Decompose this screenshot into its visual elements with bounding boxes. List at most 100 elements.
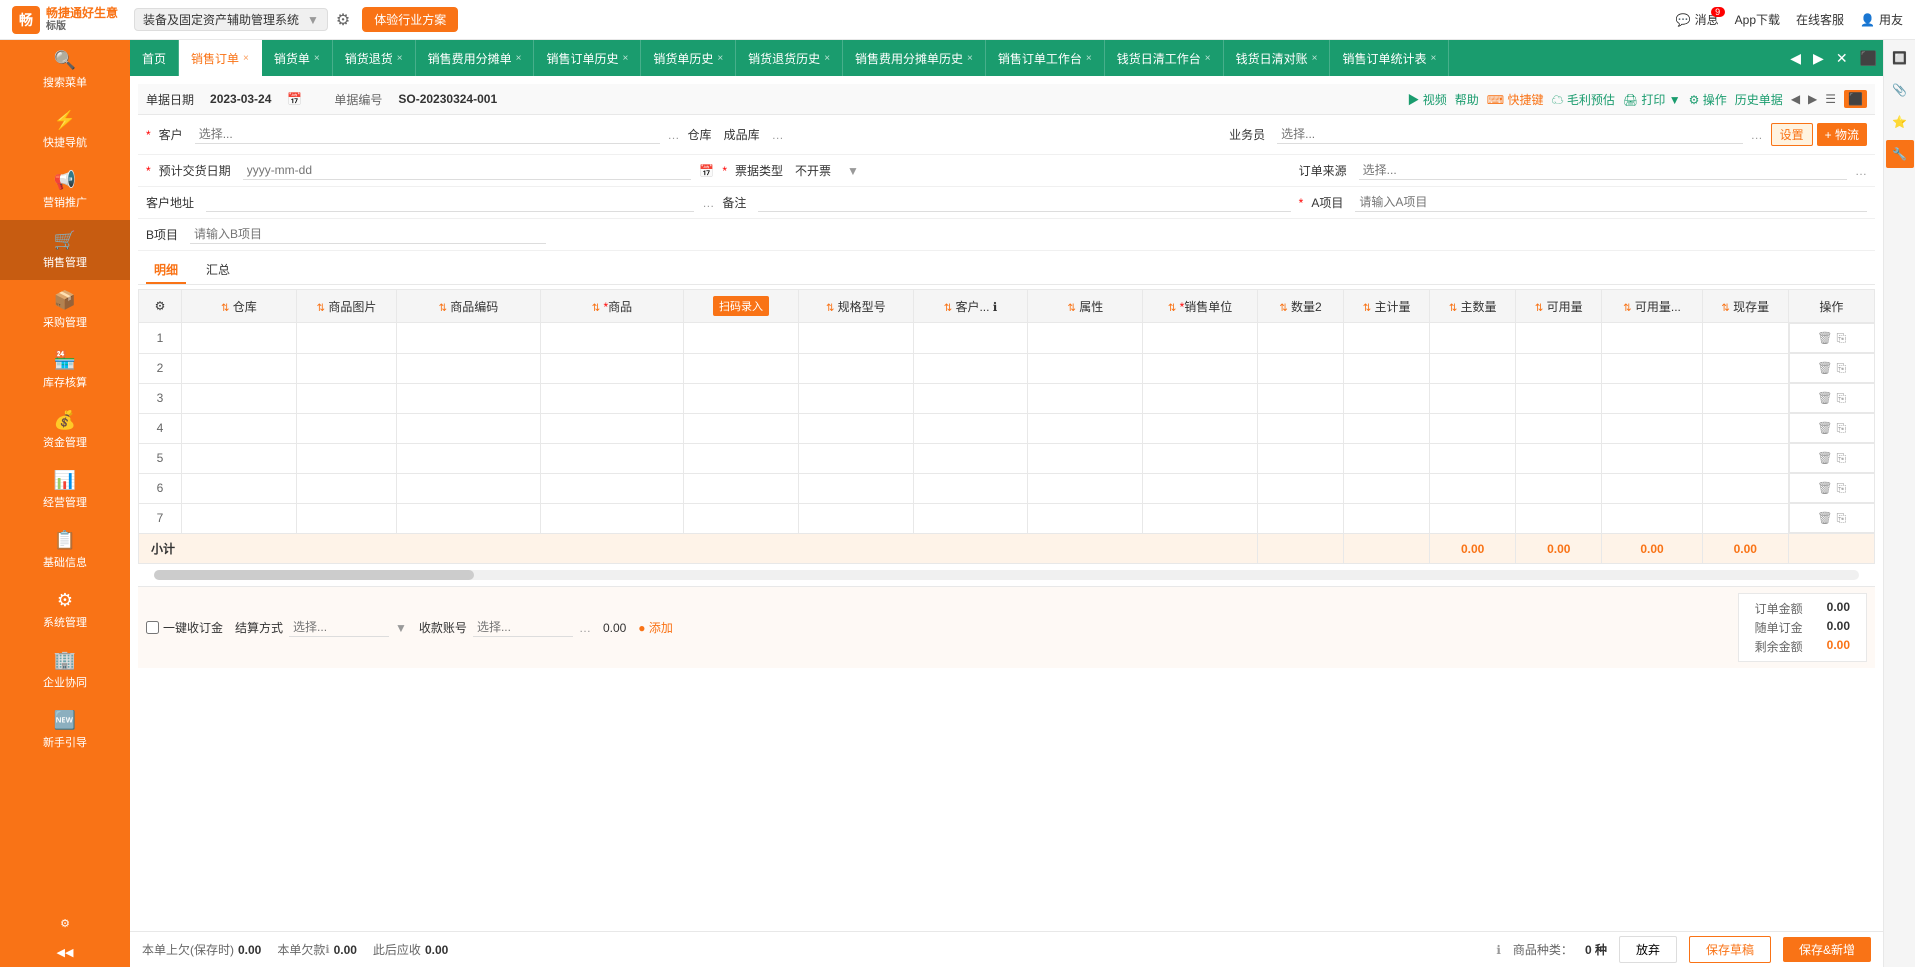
row-unit-3[interactable]: [1143, 383, 1258, 413]
sidebar-item-quick-nav[interactable]: ⚡ 快捷导航: [0, 100, 130, 160]
row-product-4[interactable]: [540, 413, 683, 443]
th-spec[interactable]: ⇅ 规格型号: [798, 290, 913, 323]
sidebar-item-search[interactable]: 🔍 搜索菜单: [0, 40, 130, 100]
delete-icon-4[interactable]: 🗑: [1817, 421, 1832, 435]
tab-return-history[interactable]: 销货退货历史 ×: [736, 40, 843, 76]
row-attrs-3[interactable]: [1028, 383, 1143, 413]
row-main-qty-6[interactable]: [1430, 473, 1516, 503]
row-unit-7[interactable]: [1143, 503, 1258, 534]
customer-address-input[interactable]: [206, 193, 694, 212]
row-product-1[interactable]: [540, 323, 683, 354]
sidebar-item-operations[interactable]: 📊 经营管理: [0, 460, 130, 520]
system-selector[interactable]: 装备及固定资产辅助管理系统 ▼: [134, 8, 328, 31]
product-types-info[interactable]: ℹ: [1496, 943, 1501, 957]
sidebar-settings-btn[interactable]: ⚙: [0, 909, 130, 938]
sidebar-item-finance[interactable]: 💰 资金管理: [0, 400, 130, 460]
tab-cash-workbench[interactable]: 钱货日清工作台 ×: [1105, 40, 1224, 76]
app-download-link[interactable]: App下载: [1735, 11, 1780, 28]
row-available-2[interactable]: [1516, 353, 1602, 383]
row-warehouse-2[interactable]: [182, 353, 297, 383]
tab-more-btn[interactable]: ⬛: [1854, 50, 1883, 67]
tab-close-all-btn[interactable]: ✕: [1830, 50, 1854, 67]
row-available2-4[interactable]: [1602, 413, 1702, 443]
copy-icon-3[interactable]: ⎘: [1836, 391, 1846, 406]
row-main-qty-7[interactable]: [1430, 503, 1516, 534]
current-order-info[interactable]: ℹ: [325, 943, 329, 956]
row-main-qty-5[interactable]: [1430, 443, 1516, 473]
profit-link[interactable]: ☁ 毛利预估: [1551, 91, 1614, 108]
row-unit-5[interactable]: [1143, 443, 1258, 473]
th-settings[interactable]: ⚙: [139, 290, 182, 323]
row-main-unit-6[interactable]: [1344, 473, 1430, 503]
row-main-qty-3[interactable]: [1430, 383, 1516, 413]
delivery-date-input[interactable]: [243, 161, 692, 180]
row-attrs-1[interactable]: [1028, 323, 1143, 354]
row-current-1[interactable]: [1702, 323, 1788, 354]
row-warehouse-6[interactable]: [182, 473, 297, 503]
th-main-qty[interactable]: ⇅ 主数量: [1430, 290, 1516, 323]
tab-order-workbench[interactable]: 销售订单工作台 ×: [986, 40, 1105, 76]
tab-order-history[interactable]: 销售订单历史 ×: [534, 40, 641, 76]
row-available-1[interactable]: [1516, 323, 1602, 354]
row-code-4[interactable]: [397, 413, 540, 443]
row-warehouse-4[interactable]: [182, 413, 297, 443]
th-current[interactable]: ⇅ 现存量: [1702, 290, 1788, 323]
row-attrs-2[interactable]: [1028, 353, 1143, 383]
sidebar-item-sales[interactable]: 🛒 销售管理: [0, 220, 130, 280]
right-panel-icon-3[interactable]: ⭐: [1886, 108, 1914, 136]
copy-icon-2[interactable]: ⎘: [1836, 361, 1846, 376]
th-product[interactable]: ⇅ *商品: [540, 290, 683, 323]
print-link[interactable]: 🖨 打印 ▼: [1623, 91, 1681, 108]
view-link[interactable]: ▶ 视频: [1407, 91, 1446, 108]
row-unit-6[interactable]: [1143, 473, 1258, 503]
th-attrs[interactable]: ⇅ 属性: [1028, 290, 1143, 323]
discard-btn[interactable]: 放弃: [1619, 936, 1677, 963]
th-main-unit[interactable]: ⇅ 主计量: [1344, 290, 1430, 323]
row-attrs-5[interactable]: [1028, 443, 1143, 473]
th-unit[interactable]: ⇅ *销售单位: [1143, 290, 1258, 323]
row-main-unit-3[interactable]: [1344, 383, 1430, 413]
row-spec-5[interactable]: [798, 443, 913, 473]
row-available-3[interactable]: [1516, 383, 1602, 413]
tab-cash-workbench-close[interactable]: ×: [1205, 53, 1211, 64]
delete-icon-1[interactable]: 🗑: [1817, 331, 1832, 345]
tab-reconcile[interactable]: 钱货日清对账 ×: [1224, 40, 1331, 76]
row-code-2[interactable]: [397, 353, 540, 383]
industry-btn[interactable]: 体验行业方案: [362, 7, 458, 32]
nav-next-btn[interactable]: ▶: [1808, 92, 1817, 106]
row-current-7[interactable]: [1702, 503, 1788, 534]
one-click-checkbox[interactable]: [146, 621, 159, 634]
tab-expense-history[interactable]: 销售费用分摊单历史 ×: [843, 40, 986, 76]
date-value[interactable]: 2023-03-24: [210, 92, 271, 106]
row-qty2-3[interactable]: [1257, 383, 1343, 413]
row-code-6[interactable]: [397, 473, 540, 503]
row-qty2-1[interactable]: [1257, 323, 1343, 354]
tab-order-history-close[interactable]: ×: [622, 53, 628, 64]
row-main-unit-2[interactable]: [1344, 353, 1430, 383]
row-product-6[interactable]: [540, 473, 683, 503]
tab-next-btn[interactable]: ▶: [1807, 50, 1830, 67]
row-current-4[interactable]: [1702, 413, 1788, 443]
row-attrs-6[interactable]: [1028, 473, 1143, 503]
row-available-4[interactable]: [1516, 413, 1602, 443]
tab-summary[interactable]: 汇总: [198, 257, 238, 284]
account-more-btn[interactable]: …: [579, 621, 591, 635]
row-attrs-7[interactable]: [1028, 503, 1143, 534]
tab-sales-order[interactable]: 销售订单 ×: [179, 40, 262, 76]
shortcut-link[interactable]: ⌨ 快捷键: [1487, 91, 1544, 108]
table-scrollbar[interactable]: [154, 570, 1859, 580]
staff-input[interactable]: [1277, 125, 1743, 144]
sidebar-item-enterprise[interactable]: 🏢 企业协同: [0, 640, 130, 700]
row-main-qty-1[interactable]: [1430, 323, 1516, 354]
row-unit-2[interactable]: [1143, 353, 1258, 383]
copy-icon-6[interactable]: ⎘: [1836, 481, 1846, 496]
delivery-date-icon[interactable]: 📅: [699, 164, 714, 178]
tab-order-workbench-close[interactable]: ×: [1086, 53, 1092, 64]
row-warehouse-7[interactable]: [182, 503, 297, 534]
tab-expense-close[interactable]: ×: [516, 53, 522, 64]
sidebar-item-inventory[interactable]: 🏪 库存核算: [0, 340, 130, 400]
row-qty2-7[interactable]: [1257, 503, 1343, 534]
gear-icon[interactable]: ⚙: [336, 10, 350, 30]
row-main-unit-1[interactable]: [1344, 323, 1430, 354]
row-qty2-5[interactable]: [1257, 443, 1343, 473]
